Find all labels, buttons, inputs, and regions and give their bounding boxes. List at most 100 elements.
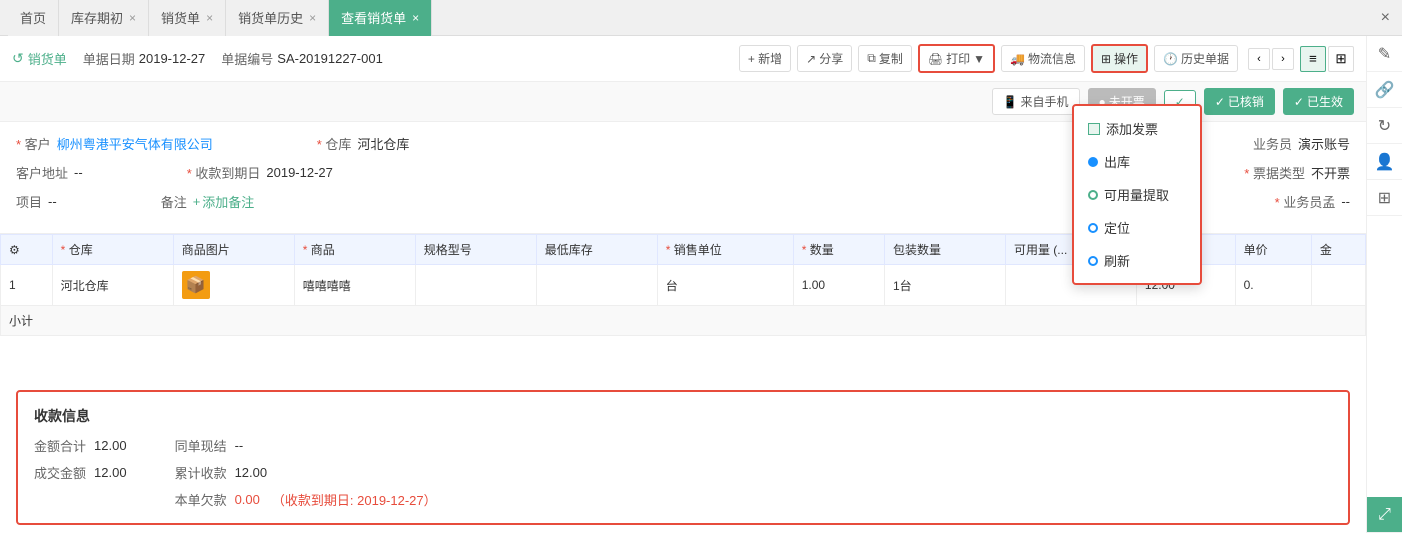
tab-bar: 首页 库存期初 × 销货单 × 销货单历史 × 查看销货单 × × [0,0,1402,36]
rotate-sidebar-icon[interactable]: ↻ [1367,108,1402,144]
tab-inventory-init-close[interactable]: × [129,11,136,25]
note-field: 备注 + 添加备注 [161,192,255,211]
view-toggle: ≡ ⊞ [1300,46,1354,72]
tab-sales-history-close[interactable]: × [309,11,316,25]
from-phone-button[interactable]: 📱 来自手机 [992,88,1080,115]
user-sidebar-icon[interactable]: 👤 [1367,144,1402,180]
locate-dot [1088,223,1098,233]
prev-button[interactable]: ‹ [1248,48,1270,70]
refresh-item[interactable]: 刷新 [1074,244,1200,277]
col-product-image: 商品图片 [173,235,294,265]
right-sidebar: ✎ 🔗 ↻ 👤 ⊞ ⤢ [1366,36,1402,533]
deal-amount-row: 成交金额 12.00 [34,463,127,482]
edit-sidebar-icon[interactable]: ✎ [1367,36,1402,72]
expand-sidebar-icon[interactable]: ⤢ [1367,497,1402,533]
tab-view-sales[interactable]: 查看销货单 × [329,0,432,36]
new-button[interactable]: + 新增 [739,45,791,72]
subtotal-label: 小计 [1,306,1366,336]
outbound-dot [1088,157,1098,167]
employee-field: 业务员 演示账号 [1253,134,1350,153]
print-icon: 🖨 [928,52,943,66]
subtotal-row: 小计 [1,306,1366,336]
tab-home[interactable]: 首页 [8,0,59,36]
add-invoice-item[interactable]: 添加发票 [1074,112,1200,145]
doc-type-icon: ↺ [12,50,24,67]
refresh-dot [1088,256,1098,266]
available-qty-item[interactable]: 可用量提取 [1074,178,1200,211]
balance-suffix: （收款到期日: 2019-12-27） [272,490,437,509]
bottom-info-title: 收款信息 [34,406,1332,426]
row-product: 嘻嘻嘻嘻 [294,265,415,306]
col-amount: 金 [1311,235,1365,265]
grid-icon: ⊞ [1101,52,1111,66]
voided-icon: ✓ [1215,95,1225,109]
col-warehouse: 仓库 [52,235,173,265]
share-button[interactable]: ↗ 分享 [797,45,852,72]
product-thumbnail: 📦 [182,271,210,299]
doc-number-field: 单据编号 SA-20191227-001 [221,49,383,68]
outbound-item[interactable]: 出库 [1074,145,1200,178]
bottom-info-rows: 金额合计 12.00 成交金额 12.00 同单现结 -- 累计收款 [34,436,1332,509]
window-close-button[interactable]: × [1381,9,1390,27]
address-field: 客户地址 -- [16,163,83,182]
operations-dropdown: 添加发票 出库 可用量提取 定位 刷新 [1072,104,1202,285]
add-note-button[interactable]: + 添加备注 [193,192,255,211]
history-button[interactable]: 🕐 历史单据 [1154,45,1238,72]
col-price: 单价 [1235,235,1311,265]
balance-row: 本单欠款 0.00 （收款到期日: 2019-12-27） [175,490,437,509]
logistics-button[interactable]: 🚚 物流信息 [1001,45,1085,72]
next-button[interactable]: › [1272,48,1294,70]
logistics-icon: 🚚 [1010,52,1025,66]
row-amount [1311,265,1365,306]
history-icon: 🕐 [1163,52,1178,66]
copy-button[interactable]: ⧉ 复制 [858,45,912,72]
col-quantity: 数量 [793,235,884,265]
salesperson-field: 业务员孟 -- [1275,192,1350,211]
list-view-button[interactable]: ≡ [1300,46,1326,72]
table-sidebar-icon[interactable]: ⊞ [1367,180,1402,216]
tab-sales-order[interactable]: 销货单 × [149,0,226,36]
locate-item[interactable]: 定位 [1074,211,1200,244]
row-num: 1 [1,265,53,306]
doc-type-label: ↺ 销货单 [12,49,67,68]
warehouse-field: 仓库 河北仓库 [317,134,410,153]
same-order-settle-row: 同单现结 -- [175,436,437,455]
row-warehouse: 河北仓库 [52,265,173,306]
row-quantity: 1.00 [793,265,884,306]
share-icon: ↗ [806,52,816,66]
add-invoice-icon [1088,123,1100,135]
customer-field: 客户 柳州粤港平安气体有限公司 [16,134,213,153]
row-spec [415,265,536,306]
left-info-col: 金额合计 12.00 成交金额 12.00 [34,436,127,509]
link-sidebar-icon[interactable]: 🔗 [1367,72,1402,108]
document-header: ↺ 销货单 单据日期 2019-12-27 单据编号 SA-20191227-0… [0,36,1366,82]
available-qty-dot [1088,190,1098,200]
col-settings: ⚙ [1,235,53,265]
grid-view-button[interactable]: ⊞ [1328,46,1354,72]
row-price: 0. [1235,265,1311,306]
effective-button[interactable]: ✓ 已生效 [1283,88,1354,115]
plus-icon: + [193,194,201,209]
row-min-stock [536,265,657,306]
tab-view-sales-close[interactable]: × [412,11,419,25]
settings-icon[interactable]: ⚙ [9,243,20,257]
col-unit: 销售单位 [657,235,793,265]
project-field: 项目 -- [16,192,57,211]
col-pack-qty: 包装数量 [884,235,1005,265]
doc-meta: 单据日期 2019-12-27 单据编号 SA-20191227-001 [83,49,739,68]
col-min-stock: 最低库存 [536,235,657,265]
doc-date-field: 单据日期 2019-12-27 [83,49,206,68]
effective-icon: ✓ [1294,95,1304,109]
row-product-image: 📦 [173,265,294,306]
total-amount-row: 金额合计 12.00 [34,436,127,455]
print-button[interactable]: 🖨 打印 ▼ [918,44,995,73]
copy-icon: ⧉ [867,51,876,66]
operations-button[interactable]: ⊞ 操作 [1091,44,1148,73]
right-info-col: 同单现结 -- 累计收款 12.00 本单欠款 0.00 （收款到期日: 201… [175,436,437,509]
phone-icon: 📱 [1003,95,1018,109]
col-spec: 规格型号 [415,235,536,265]
tab-sales-history[interactable]: 销货单历史 × [226,0,329,36]
tab-sales-order-close[interactable]: × [206,11,213,25]
voided-button[interactable]: ✓ 已核销 [1204,88,1275,115]
tab-inventory-init[interactable]: 库存期初 × [59,0,149,36]
